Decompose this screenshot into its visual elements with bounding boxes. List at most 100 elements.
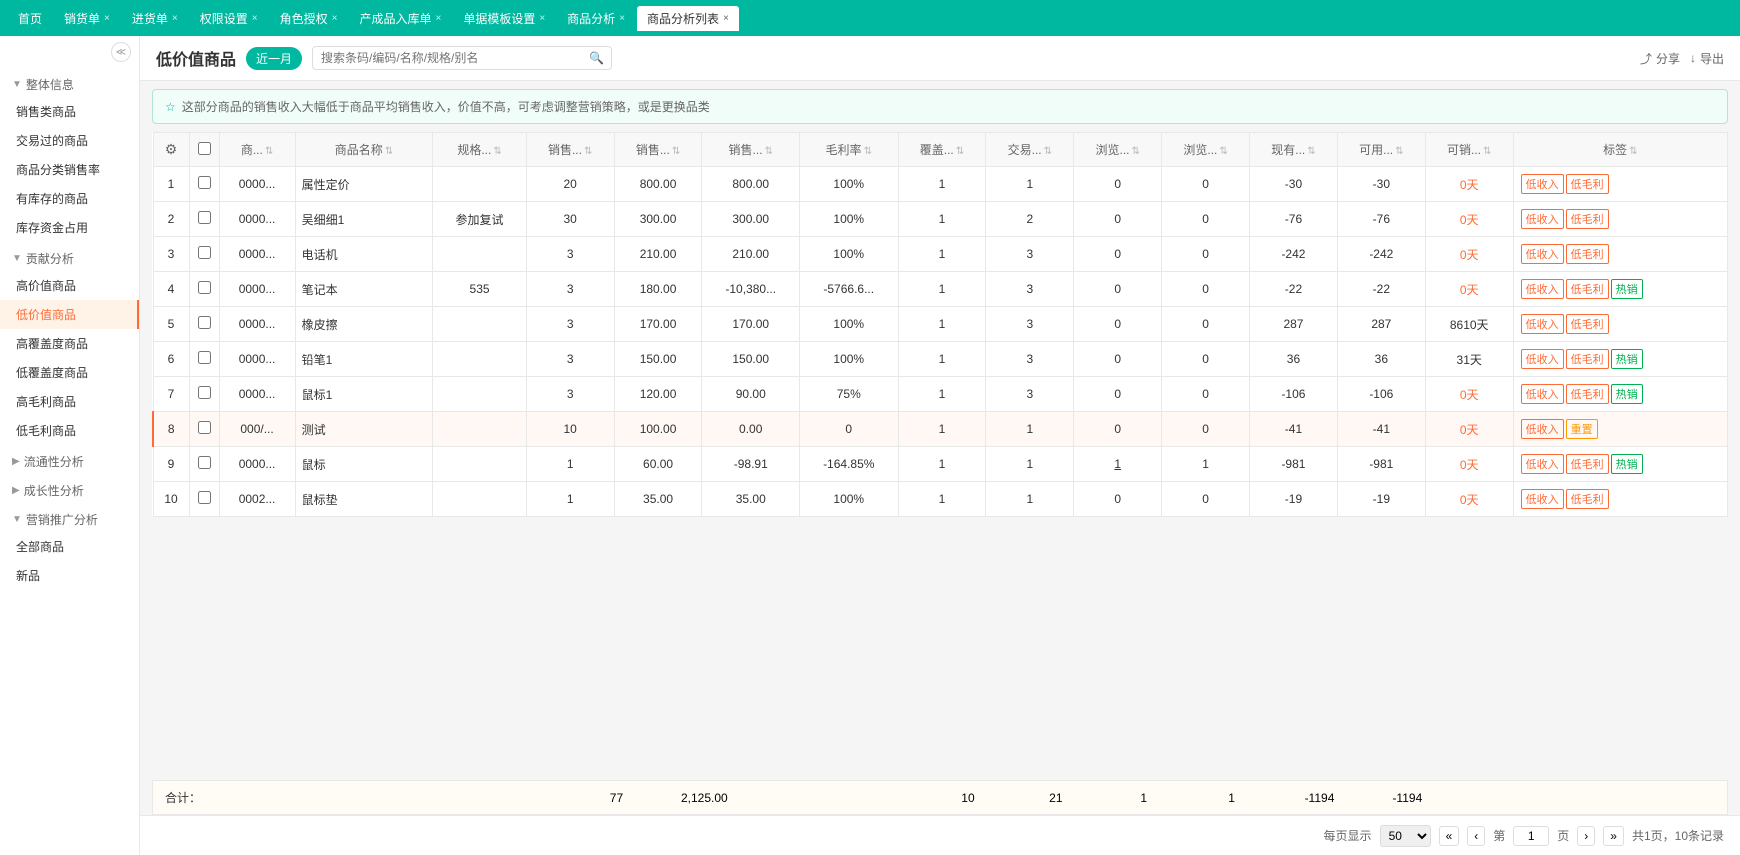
row-checkbox-cell[interactable] <box>189 202 219 237</box>
sidebar-item-traded[interactable]: 交易过的商品 <box>0 126 139 155</box>
settings-icon[interactable]: ⚙ <box>165 141 178 157</box>
nav-close-template[interactable]: × <box>539 13 545 24</box>
row-checkbox[interactable] <box>198 491 211 504</box>
row-view1[interactable]: 0 <box>1074 482 1162 517</box>
row-checkbox[interactable] <box>198 456 211 469</box>
nav-close-list[interactable]: × <box>723 13 729 24</box>
export-btn[interactable]: ↓ 导出 <box>1690 50 1724 67</box>
sidebar-item-high-margin[interactable]: 高毛利商品 <box>0 387 139 416</box>
th-settings[interactable]: ⚙ <box>153 133 189 167</box>
row-checkbox-cell[interactable] <box>189 412 219 447</box>
sidebar-item-high-value[interactable]: 高价值商品 <box>0 271 139 300</box>
sidebar-item-low-coverage[interactable]: 低覆盖度商品 <box>0 358 139 387</box>
row-view1[interactable]: 0 <box>1074 272 1162 307</box>
th-name[interactable]: 商品名称⇅ <box>295 133 433 167</box>
search-icon[interactable]: 🔍 <box>589 51 604 65</box>
table-container[interactable]: ⚙ 商...⇅ 商品名称⇅ 规格...⇅ 销售...⇅ 销售...⇅ 销售...… <box>140 132 1740 780</box>
sidebar-item-category-rate[interactable]: 商品分类销售率 <box>0 155 139 184</box>
th-view1[interactable]: 浏览...⇅ <box>1074 133 1162 167</box>
row-checkbox-cell[interactable] <box>189 447 219 482</box>
th-tags[interactable]: 标签⇅ <box>1513 133 1727 167</box>
sidebar-item-sales-products[interactable]: 销售类商品 <box>0 97 139 126</box>
row-checkbox[interactable] <box>198 421 211 434</box>
row-view1[interactable]: 0 <box>1074 377 1162 412</box>
th-spec[interactable]: 规格...⇅ <box>433 133 526 167</box>
sidebar-group-overall[interactable]: ▼ 整体信息 <box>0 68 139 97</box>
row-checkbox[interactable] <box>198 316 211 329</box>
row-checkbox-cell[interactable] <box>189 342 219 377</box>
row-checkbox-cell[interactable] <box>189 272 219 307</box>
row-view1[interactable]: 0 <box>1074 237 1162 272</box>
row-checkbox-cell[interactable] <box>189 237 219 272</box>
sidebar-item-capital[interactable]: 库存资金占用 <box>0 213 139 242</box>
th-view2[interactable]: 浏览...⇅ <box>1162 133 1250 167</box>
sidebar-item-new-products[interactable]: 新品 <box>0 561 139 590</box>
first-page-btn[interactable]: « <box>1439 826 1460 846</box>
prev-page-btn[interactable]: ‹ <box>1467 826 1485 846</box>
th-qty[interactable]: 销售...⇅ <box>526 133 614 167</box>
nav-home[interactable]: 首页 <box>8 6 52 31</box>
sidebar-item-low-value[interactable]: 低价值商品 <box>0 300 139 329</box>
row-view1[interactable]: 0 <box>1074 202 1162 237</box>
row-checkbox-cell[interactable] <box>189 482 219 517</box>
page-input[interactable] <box>1513 826 1549 846</box>
row-checkbox[interactable] <box>198 176 211 189</box>
sidebar-group-contribution[interactable]: ▼ 贡献分析 <box>0 242 139 271</box>
th-code[interactable]: 商...⇅ <box>219 133 295 167</box>
nav-purchase[interactable]: 进货单 × <box>122 6 188 31</box>
nav-template[interactable]: 单据模板设置 × <box>453 6 555 31</box>
nav-close-purchase[interactable]: × <box>172 13 178 24</box>
share-btn[interactable]: ⤴ 分享 <box>1640 50 1680 67</box>
row-checkbox[interactable] <box>198 351 211 364</box>
nav-close-analysis[interactable]: × <box>619 13 625 24</box>
row-view1[interactable]: 0 <box>1074 167 1162 202</box>
sidebar-item-low-margin[interactable]: 低毛利商品 <box>0 416 139 445</box>
sidebar-item-all-products[interactable]: 全部商品 <box>0 532 139 561</box>
nav-stock-in[interactable]: 产成品入库单 × <box>349 6 451 31</box>
page-size-select[interactable]: 50 100 <box>1380 825 1431 847</box>
row-checkbox[interactable] <box>198 281 211 294</box>
th-stock[interactable]: 现有...⇅ <box>1250 133 1338 167</box>
th-price2[interactable]: 销售...⇅ <box>702 133 800 167</box>
nav-product-analysis[interactable]: 商品分析 × <box>557 6 635 31</box>
nav-permissions[interactable]: 权限设置 × <box>190 6 268 31</box>
nav-close-roles[interactable]: × <box>332 13 338 24</box>
sidebar-collapse-btn[interactable]: ≪ <box>111 42 131 62</box>
nav-close-stock[interactable]: × <box>435 13 441 24</box>
last-page-btn[interactable]: » <box>1603 826 1624 846</box>
nav-close-sales[interactable]: × <box>104 13 110 24</box>
sidebar-item-in-stock[interactable]: 有库存的商品 <box>0 184 139 213</box>
row-tags: 低收入低毛利 <box>1513 202 1727 237</box>
th-coverage[interactable]: 覆盖...⇅ <box>898 133 986 167</box>
search-input[interactable] <box>312 46 612 70</box>
select-all-checkbox[interactable] <box>198 142 211 155</box>
th-days[interactable]: 可销...⇅ <box>1425 133 1513 167</box>
nav-analysis-list[interactable]: 商品分析列表 × <box>637 6 739 31</box>
row-checkbox-cell[interactable] <box>189 307 219 342</box>
th-avail[interactable]: 可用...⇅ <box>1337 133 1425 167</box>
nav-roles[interactable]: 角色授权 × <box>270 6 348 31</box>
row-view1[interactable]: 0 <box>1074 342 1162 377</box>
row-checkbox[interactable] <box>198 246 211 259</box>
th-margin[interactable]: 毛利率⇅ <box>799 133 898 167</box>
row-stock: -22 <box>1250 272 1338 307</box>
sidebar-group-circulation[interactable]: ▶ 流通性分析 <box>0 445 139 474</box>
th-checkbox[interactable] <box>189 133 219 167</box>
row-view1[interactable]: 1 <box>1074 447 1162 482</box>
row-checkbox-cell[interactable] <box>189 377 219 412</box>
next-page-btn[interactable]: › <box>1577 826 1595 846</box>
row-checkbox[interactable] <box>198 386 211 399</box>
sidebar-group-growth[interactable]: ▶ 成长性分析 <box>0 474 139 503</box>
th-price[interactable]: 销售...⇅ <box>614 133 702 167</box>
nav-sales-order[interactable]: 销货单 × <box>54 6 120 31</box>
row-checkbox-cell[interactable] <box>189 167 219 202</box>
row-view1[interactable]: 0 <box>1074 412 1162 447</box>
th-trade[interactable]: 交易...⇅ <box>986 133 1074 167</box>
row-checkbox[interactable] <box>198 211 211 224</box>
row-view1[interactable]: 0 <box>1074 307 1162 342</box>
nav-close-permissions[interactable]: × <box>252 13 258 24</box>
sidebar-item-high-coverage[interactable]: 高覆盖度商品 <box>0 329 139 358</box>
arrow-circulation: ▶ <box>12 456 20 467</box>
filter-period-btn[interactable]: 近一月 <box>246 47 302 70</box>
sidebar-group-marketing[interactable]: ▼ 营销推广分析 <box>0 503 139 532</box>
